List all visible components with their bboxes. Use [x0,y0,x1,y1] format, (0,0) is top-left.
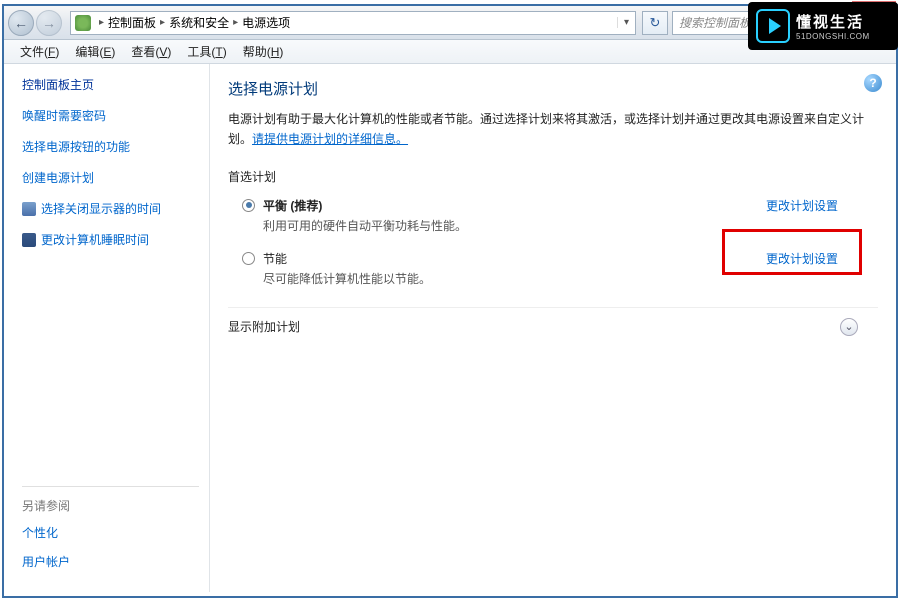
see-also-user-accounts[interactable]: 用户帐户 [22,553,199,570]
plan-saver: 节能 尽可能降低计算机性能以节能。 更改计划设置 [228,248,878,301]
plan-balanced: 平衡 (推荐) 利用可用的硬件自动平衡功耗与性能。 更改计划设置 [228,195,878,248]
sidebar-link-power-button[interactable]: 选择电源按钮的功能 [22,138,199,155]
watermark-logo: 懂视生活 51DONGSHI.COM [748,2,898,50]
watermark-cn: 懂视生活 [796,11,870,32]
sidebar-link-create-plan[interactable]: 创建电源计划 [22,169,199,186]
plan-name: 平衡 (推荐) [263,197,766,214]
learn-more-link[interactable]: 请提供电源计划的详细信息。 [252,132,408,146]
plan-desc: 尽可能降低计算机性能以节能。 [263,270,766,287]
control-panel-icon [75,15,91,31]
chevron-down-icon: ⌄ [840,318,858,336]
menu-tools[interactable]: 工具(T) [179,40,234,63]
show-additional-plans[interactable]: 显示附加计划 ⌄ [228,307,878,336]
address-bar[interactable]: ▸ 控制面板 ▸ 系统和安全 ▸ 电源选项 ▾ [70,11,636,35]
play-icon [756,9,790,43]
change-plan-settings-saver[interactable]: 更改计划设置 [766,250,838,267]
search-placeholder: 搜索控制面板 [679,14,751,31]
breadcrumb-item[interactable]: 电源选项 [242,14,290,31]
back-arrow-icon: ← [14,15,28,31]
battery-icon [22,233,36,247]
preferred-plans-heading: 首选计划 [228,168,878,185]
radio-balanced[interactable] [242,199,255,212]
sidebar-link-sleep-time[interactable]: 更改计算机睡眠时间 [22,231,199,248]
menu-file[interactable]: 文件(F) [12,40,67,63]
breadcrumb-item[interactable]: 系统和安全 [169,14,229,31]
breadcrumb-sep: ▸ [160,17,165,28]
watermark-en: 51DONGSHI.COM [796,32,870,41]
main-content: ? 选择电源计划 电源计划有助于最大化计算机的性能或者节能。通过选择计划来将其激… [210,64,896,592]
monitor-icon [22,202,36,216]
page-description: 电源计划有助于最大化计算机的性能或者节能。通过选择计划来将其激活，或选择计划并通… [228,109,878,150]
page-title: 选择电源计划 [228,78,878,99]
see-also-personalization[interactable]: 个性化 [22,524,199,541]
sidebar-home-link[interactable]: 控制面板主页 [22,76,199,93]
plan-desc: 利用可用的硬件自动平衡功耗与性能。 [263,217,766,234]
menu-view[interactable]: 查看(V) [123,40,179,63]
breadcrumb-sep: ▸ [233,17,238,28]
menu-help[interactable]: 帮助(H) [235,40,292,63]
sidebar-link-wake-password[interactable]: 唤醒时需要密码 [22,107,199,124]
breadcrumb-item[interactable]: 控制面板 [108,14,156,31]
help-icon[interactable]: ? [864,74,882,92]
refresh-button[interactable]: ↻ [642,11,668,35]
radio-saver[interactable] [242,252,255,265]
sidebar-link-display-off[interactable]: 选择关闭显示器的时间 [22,200,199,217]
see-also-heading: 另请参阅 [22,486,199,514]
sidebar: 控制面板主页 唤醒时需要密码 选择电源按钮的功能 创建电源计划 选择关闭显示器的… [4,64,209,592]
fwd-arrow-icon: → [42,15,56,31]
back-button[interactable]: ← [8,10,34,36]
address-dropdown-icon[interactable]: ▾ [617,17,635,28]
plan-name: 节能 [263,250,766,267]
menu-edit[interactable]: 编辑(E) [67,40,123,63]
change-plan-settings-balanced[interactable]: 更改计划设置 [766,197,838,214]
refresh-icon: ↻ [650,15,661,31]
forward-button[interactable]: → [36,10,62,36]
breadcrumb-sep: ▸ [99,17,104,28]
